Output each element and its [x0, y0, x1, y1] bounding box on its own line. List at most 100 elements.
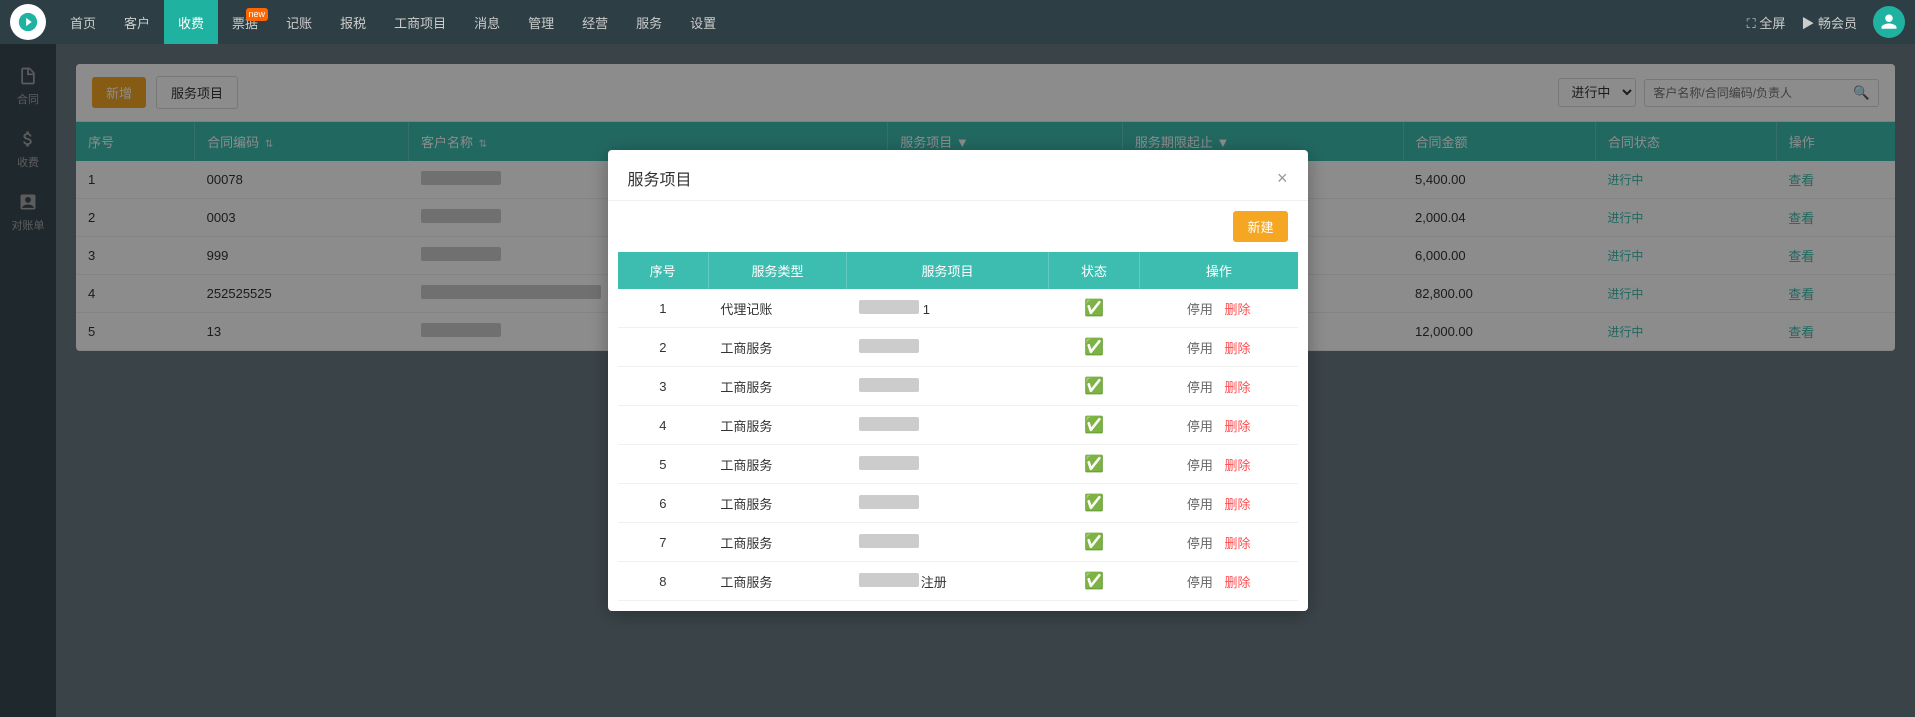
modal-cell-item [847, 406, 1048, 445]
modal-cell-status: ✅ [1048, 484, 1140, 523]
service-items-table: 序号 服务类型 服务项目 状态 操作 1 代理记账 1 ✅ 停用 删除 2 [618, 252, 1298, 601]
modal-cell-seq: 5 [618, 445, 709, 484]
modal-cell-seq: 1 [618, 289, 709, 328]
status-check-icon: ✅ [1084, 378, 1104, 395]
nav-invoice[interactable]: 票据 new [218, 0, 272, 44]
modal-cell-action: 停用 删除 [1140, 289, 1298, 328]
status-check-icon: ✅ [1084, 300, 1104, 317]
modal-new-button[interactable]: 新建 [1233, 211, 1287, 242]
modal-cell-seq: 8 [618, 562, 709, 601]
modal-cell-action: 停用 删除 [1140, 367, 1298, 406]
modal-header: 服务项目 × [608, 150, 1308, 201]
modal-col-type: 服务类型 [708, 252, 846, 289]
modal-cell-item [847, 328, 1048, 367]
nav-client[interactable]: 客户 [110, 0, 164, 44]
modal-cell-type: 工商服务 [708, 367, 846, 406]
user-avatar[interactable] [1873, 6, 1905, 38]
modal-cell-seq: 2 [618, 328, 709, 367]
stop-button[interactable]: 停用 [1187, 458, 1213, 473]
modal-title: 服务项目 [628, 166, 692, 190]
fullscreen-btn[interactable]: ⛶ 全屏 [1747, 13, 1786, 32]
modal-cell-type: 工商服务 [708, 562, 846, 601]
stop-button[interactable]: 停用 [1187, 302, 1213, 317]
modal-cell-status: ✅ [1048, 445, 1140, 484]
modal-cell-status: ✅ [1048, 406, 1140, 445]
delete-button[interactable]: 删除 [1225, 575, 1251, 590]
modal-cell-status: ✅ [1048, 289, 1140, 328]
nav-operation[interactable]: 经营 [568, 0, 622, 44]
modal-cell-item: 注册 [847, 562, 1048, 601]
modal-cell-seq: 6 [618, 484, 709, 523]
modal-cell-status: ✅ [1048, 562, 1140, 601]
modal-col-status: 状态 [1048, 252, 1140, 289]
modal-cell-type: 工商服务 [708, 445, 846, 484]
modal-table-row: 3 工商服务 ✅ 停用 删除 [618, 367, 1298, 406]
modal-table-row: 2 工商服务 ✅ 停用 删除 [618, 328, 1298, 367]
modal-header-row: 序号 服务类型 服务项目 状态 操作 [618, 252, 1298, 289]
modal-close-button[interactable]: × [1277, 169, 1288, 187]
stop-button[interactable]: 停用 [1187, 575, 1213, 590]
modal-table-row: 1 代理记账 1 ✅ 停用 删除 [618, 289, 1298, 328]
status-check-icon: ✅ [1084, 339, 1104, 356]
delete-button[interactable]: 删除 [1225, 302, 1251, 317]
modal-cell-action: 停用 删除 [1140, 328, 1298, 367]
delete-button[interactable]: 删除 [1225, 380, 1251, 395]
modal-col-action: 操作 [1140, 252, 1298, 289]
status-check-icon: ✅ [1084, 573, 1104, 590]
modal-cell-status: ✅ [1048, 523, 1140, 562]
modal-table-row: 8 工商服务 注册 ✅ 停用 删除 [618, 562, 1298, 601]
nav-settings[interactable]: 设置 [676, 0, 730, 44]
modal-cell-type: 工商服务 [708, 523, 846, 562]
nav-fee[interactable]: 收费 [164, 0, 218, 44]
service-items-modal: 服务项目 × 新建 序号 服务类型 服务项目 状态 [608, 150, 1308, 611]
modal-cell-seq: 7 [618, 523, 709, 562]
modal-toolbar: 新建 [608, 201, 1308, 252]
modal-cell-action: 停用 删除 [1140, 406, 1298, 445]
nav-commerce[interactable]: 工商项目 [380, 0, 460, 44]
member-btn[interactable]: ▶ 畅会员 [1801, 13, 1857, 32]
modal-table-row: 6 工商服务 ✅ 停用 删除 [618, 484, 1298, 523]
stop-button[interactable]: 停用 [1187, 497, 1213, 512]
stop-button[interactable]: 停用 [1187, 341, 1213, 356]
modal-cell-type: 工商服务 [708, 328, 846, 367]
modal-cell-type: 代理记账 [708, 289, 846, 328]
new-badge: new [246, 8, 269, 21]
modal-cell-item [847, 484, 1048, 523]
delete-button[interactable]: 删除 [1225, 458, 1251, 473]
delete-button[interactable]: 删除 [1225, 497, 1251, 512]
nav-message[interactable]: 消息 [460, 0, 514, 44]
nav-right: ⛶ 全屏 ▶ 畅会员 [1747, 6, 1905, 38]
modal-cell-item: 1 [847, 289, 1048, 328]
modal-table-row: 7 工商服务 ✅ 停用 删除 [618, 523, 1298, 562]
modal-cell-item [847, 523, 1048, 562]
modal-table-row: 4 工商服务 ✅ 停用 删除 [618, 406, 1298, 445]
top-navigation: 首页 客户 收费 票据 new 记账 报税 工商项目 消息 管理 经营 服务 设… [0, 0, 1915, 44]
modal-cell-action: 停用 删除 [1140, 523, 1298, 562]
modal-cell-type: 工商服务 [708, 484, 846, 523]
modal-cell-item [847, 367, 1048, 406]
stop-button[interactable]: 停用 [1187, 419, 1213, 434]
stop-button[interactable]: 停用 [1187, 380, 1213, 395]
delete-button[interactable]: 删除 [1225, 341, 1251, 356]
modal-cell-seq: 3 [618, 367, 709, 406]
nav-tax[interactable]: 报税 [326, 0, 380, 44]
delete-button[interactable]: 删除 [1225, 419, 1251, 434]
modal-col-item: 服务项目 [847, 252, 1048, 289]
delete-button[interactable]: 删除 [1225, 536, 1251, 551]
modal-cell-item [847, 445, 1048, 484]
content-area: 新增 服务项目 进行中 已完成 全部 🔍 [56, 44, 1915, 717]
nav-home[interactable]: 首页 [56, 0, 110, 44]
status-check-icon: ✅ [1084, 456, 1104, 473]
modal-cell-action: 停用 删除 [1140, 484, 1298, 523]
modal-cell-type: 工商服务 [708, 406, 846, 445]
nav-bookkeeping[interactable]: 记账 [272, 0, 326, 44]
status-check-icon: ✅ [1084, 495, 1104, 512]
app-logo[interactable] [10, 4, 46, 40]
modal-overlay: 服务项目 × 新建 序号 服务类型 服务项目 状态 [56, 44, 1915, 717]
stop-button[interactable]: 停用 [1187, 536, 1213, 551]
nav-manage[interactable]: 管理 [514, 0, 568, 44]
main-layout: 合同 收费 对账单 新增 服务项目 [0, 44, 1915, 717]
modal-cell-action: 停用 删除 [1140, 445, 1298, 484]
nav-service[interactable]: 服务 [622, 0, 676, 44]
status-check-icon: ✅ [1084, 417, 1104, 434]
